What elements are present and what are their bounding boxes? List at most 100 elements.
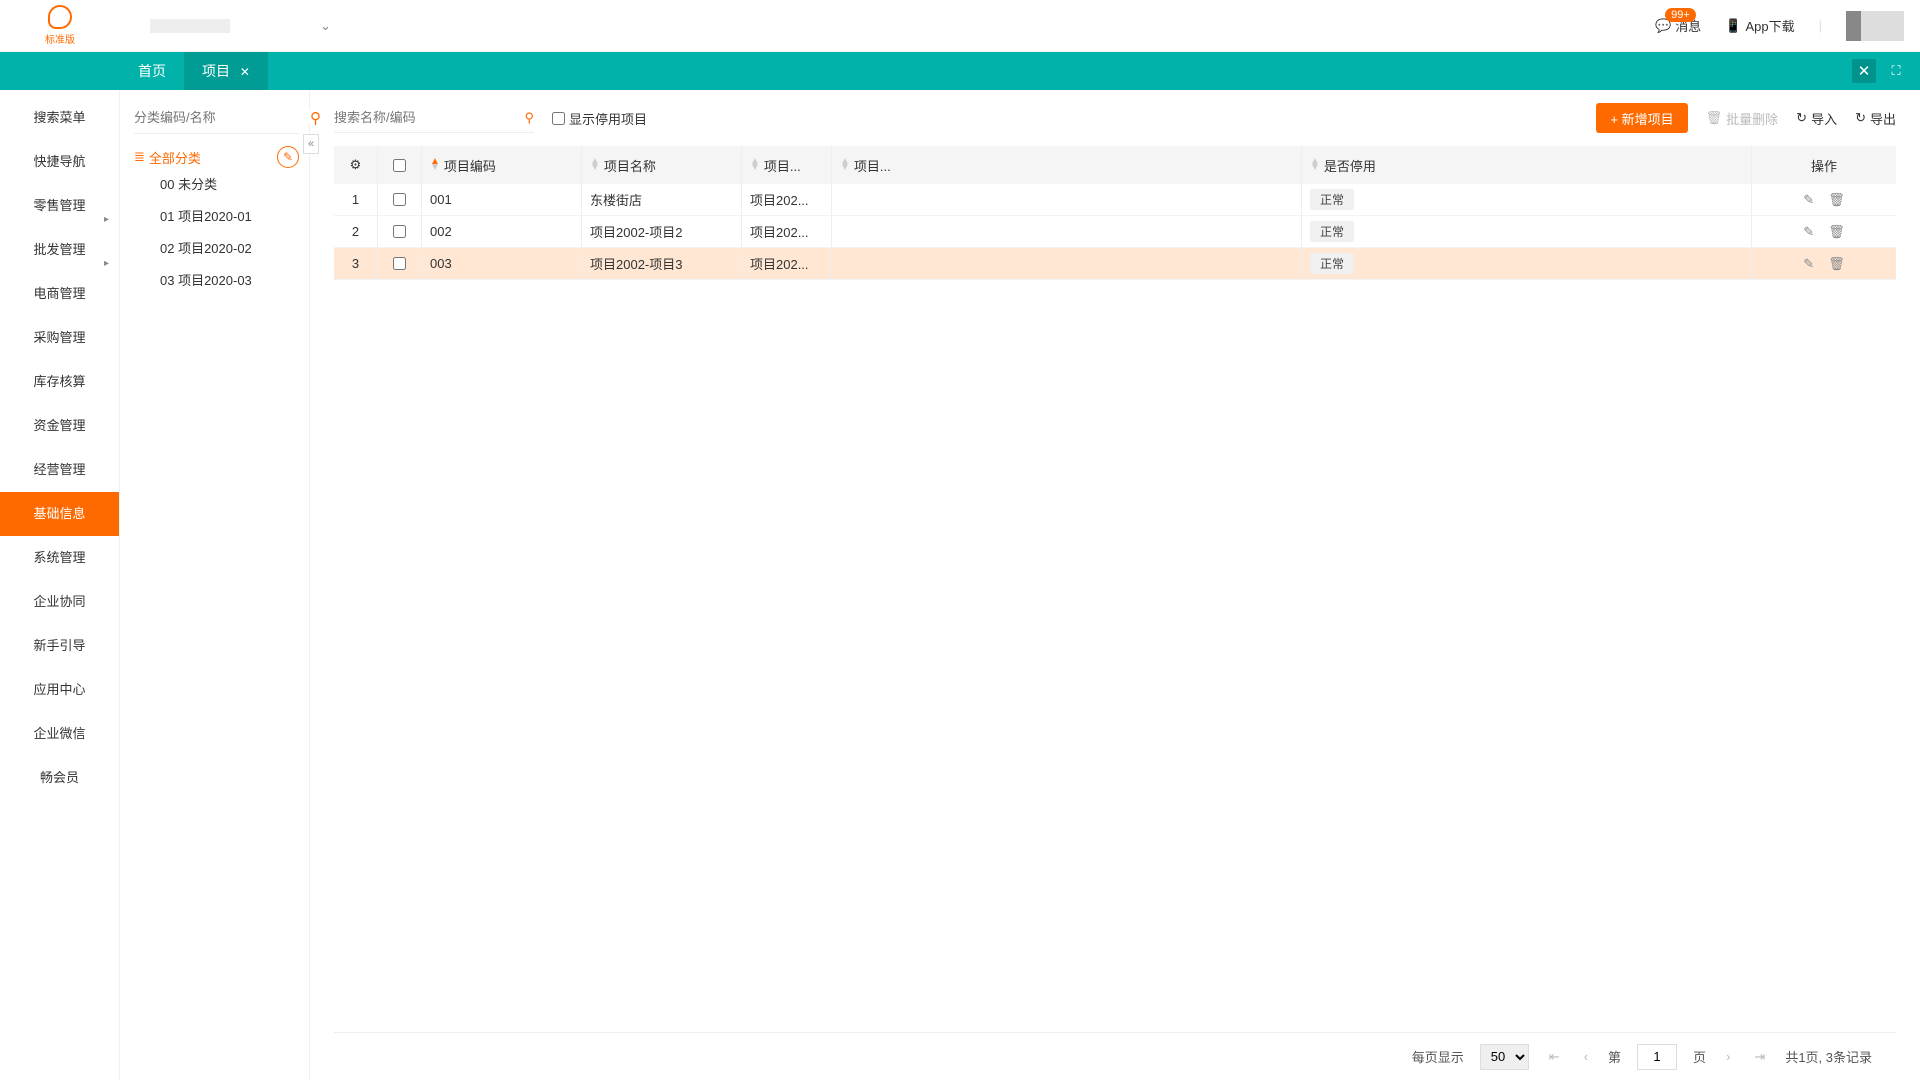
close-icon[interactable]: ✕ <box>240 65 250 79</box>
table-row[interactable]: 2002项目2002-项目2项目202...正常✎🗑 <box>334 216 1896 248</box>
trash-icon[interactable]: 🗑 <box>1828 224 1845 240</box>
edit-icon[interactable]: ✎ <box>1803 192 1814 208</box>
category-item-0[interactable]: 00 未分类 <box>134 170 299 200</box>
category-search-input[interactable] <box>134 110 310 125</box>
org-selector[interactable]: ⌄ <box>150 18 331 34</box>
sidebar-item-11[interactable]: 企业协同 <box>0 580 119 624</box>
import-button[interactable]: ↻ 导入 <box>1796 109 1837 128</box>
search-icon[interactable]: ⚲ <box>524 110 534 126</box>
category-item-2[interactable]: 02 项目2020-02 <box>134 234 299 264</box>
sidebar-item-12[interactable]: 新手引导 <box>0 624 119 668</box>
cell-colA: 项目202... <box>742 216 832 247</box>
fullscreen-button[interactable]: ⛶ <box>1884 59 1908 83</box>
export-icon: ↻ <box>1855 110 1866 126</box>
table-row[interactable]: 1001东楼街店项目202...正常✎🗑 <box>334 184 1896 216</box>
messages-link[interactable]: 💬 消息 99+ <box>1655 16 1701 35</box>
settings-column[interactable]: ⚙ <box>334 146 378 184</box>
edit-icon[interactable]: ✎ <box>1803 256 1814 272</box>
chevron-left-icon: « <box>308 138 314 150</box>
tab-project[interactable]: 项目 ✕ <box>184 52 268 90</box>
sidebar-item-9[interactable]: 基础信息 <box>0 492 119 536</box>
next-page-button[interactable]: › <box>1722 1049 1734 1064</box>
tab-project-label: 项目 <box>202 63 230 79</box>
cell-code: 001 <box>422 184 582 215</box>
sort-icon[interactable]: ▲▼ <box>430 159 440 171</box>
sort-icon[interactable]: ▲▼ <box>590 159 600 171</box>
header-name[interactable]: ▲▼项目名称 <box>582 146 742 184</box>
org-name <box>150 19 230 33</box>
header-colA[interactable]: ▲▼项目... <box>742 146 832 184</box>
per-page-label: 每页显示 <box>1412 1047 1464 1066</box>
add-project-button[interactable]: + 新增项目 <box>1596 103 1687 133</box>
sidebar-item-4[interactable]: 电商管理 <box>0 272 119 316</box>
top-right: 💬 消息 99+ 📱 App下载 | <box>1655 11 1904 41</box>
per-page-select[interactable]: 50 <box>1480 1044 1529 1070</box>
sort-icon[interactable]: ▲▼ <box>1310 159 1320 171</box>
search-icon[interactable]: ⚲ <box>310 109 321 127</box>
category-all-label: 全部分类 <box>149 148 201 167</box>
sidebar-item-5[interactable]: 采购管理 <box>0 316 119 360</box>
collapse-category-button[interactable]: « <box>303 134 319 154</box>
avatar[interactable] <box>1846 11 1904 41</box>
row-index: 2 <box>334 216 378 247</box>
category-item-3[interactable]: 03 项目2020-03 <box>134 266 299 296</box>
first-page-button[interactable]: ⇤ <box>1545 1049 1564 1065</box>
table-row[interactable]: 3003项目2002-项目3项目202...正常✎🗑 <box>334 248 1896 280</box>
edit-category-button[interactable]: ✎ <box>277 146 299 168</box>
sidebar-item-15[interactable]: 畅会员 <box>0 756 119 800</box>
status-badge: 正常 <box>1310 189 1354 210</box>
tab-bar: 首页 项目 ✕ ✕ ⛶ <box>0 52 1920 90</box>
sidebar-item-1[interactable]: 快捷导航 <box>0 140 119 184</box>
row-select[interactable] <box>378 248 422 279</box>
table-header: ⚙ ▲▼项目编码 ▲▼项目名称 ▲▼项目... ▲▼项目... ▲▼是否停用 操… <box>334 146 1896 184</box>
export-button[interactable]: ↻ 导出 <box>1855 109 1896 128</box>
row-checkbox[interactable] <box>393 257 406 270</box>
sidebar-item-13[interactable]: 应用中心 <box>0 668 119 712</box>
header-code[interactable]: ▲▼项目编码 <box>422 146 582 184</box>
tab-home[interactable]: 首页 <box>120 52 184 90</box>
header-status[interactable]: ▲▼是否停用 <box>1302 146 1752 184</box>
row-checkbox[interactable] <box>393 225 406 238</box>
search-input[interactable] <box>334 110 524 125</box>
toolbar: ⚲ 显示停用项目 + 新增项目 🗑 批量删除 ↻ 导入 <box>310 90 1920 146</box>
logo-subtitle: 标准版 <box>45 31 75 46</box>
row-select[interactable] <box>378 216 422 247</box>
cell-name: 项目2002-项目3 <box>582 248 742 279</box>
last-page-button[interactable]: ⇥ <box>1750 1049 1769 1065</box>
trash-icon[interactable]: 🗑 <box>1828 192 1845 208</box>
show-disabled-toggle[interactable]: 显示停用项目 <box>552 109 647 128</box>
prev-page-button[interactable]: ‹ <box>1580 1049 1592 1064</box>
sidebar-item-6[interactable]: 库存核算 <box>0 360 119 404</box>
row-select[interactable] <box>378 184 422 215</box>
show-disabled-checkbox[interactable] <box>552 112 565 125</box>
sidebar-item-7[interactable]: 资金管理 <box>0 404 119 448</box>
cell-name: 项目2002-项目2 <box>582 216 742 247</box>
category-item-1[interactable]: 01 项目2020-01 <box>134 202 299 232</box>
select-all-checkbox[interactable] <box>393 159 406 172</box>
sidebar-item-3[interactable]: 批发管理▸ <box>0 228 119 272</box>
close-all-tabs-button[interactable]: ✕ <box>1852 59 1876 83</box>
category-all[interactable]: ≣ 全部分类 ✎ <box>134 146 299 168</box>
download-label: App下载 <box>1745 16 1794 35</box>
sidebar-item-0[interactable]: 搜索菜单 <box>0 96 119 140</box>
sidebar-item-2[interactable]: 零售管理▸ <box>0 184 119 228</box>
page-input[interactable] <box>1637 1044 1677 1070</box>
row-checkbox[interactable] <box>393 193 406 206</box>
header-colB[interactable]: ▲▼项目... <box>832 146 1302 184</box>
cell-status: 正常 <box>1302 248 1752 279</box>
select-all-column[interactable] <box>378 146 422 184</box>
sort-icon[interactable]: ▲▼ <box>750 159 760 171</box>
sidebar-item-8[interactable]: 经营管理 <box>0 448 119 492</box>
pagination: 每页显示 50 ⇤ ‹ 第 页 › ⇥ 共1页, 3条记录 <box>334 1032 1896 1080</box>
download-link[interactable]: 📱 App下载 <box>1725 16 1794 35</box>
sidebar-item-14[interactable]: 企业微信 <box>0 712 119 756</box>
page-prefix: 第 <box>1608 1047 1621 1066</box>
edit-icon[interactable]: ✎ <box>1803 224 1814 240</box>
cell-colA: 项目202... <box>742 248 832 279</box>
trash-icon[interactable]: 🗑 <box>1828 256 1845 272</box>
sort-icon[interactable]: ▲▼ <box>840 159 850 171</box>
sidebar-item-10[interactable]: 系统管理 <box>0 536 119 580</box>
cell-ops: ✎🗑 <box>1752 248 1896 279</box>
cell-colA: 项目202... <box>742 184 832 215</box>
cell-ops: ✎🗑 <box>1752 216 1896 247</box>
